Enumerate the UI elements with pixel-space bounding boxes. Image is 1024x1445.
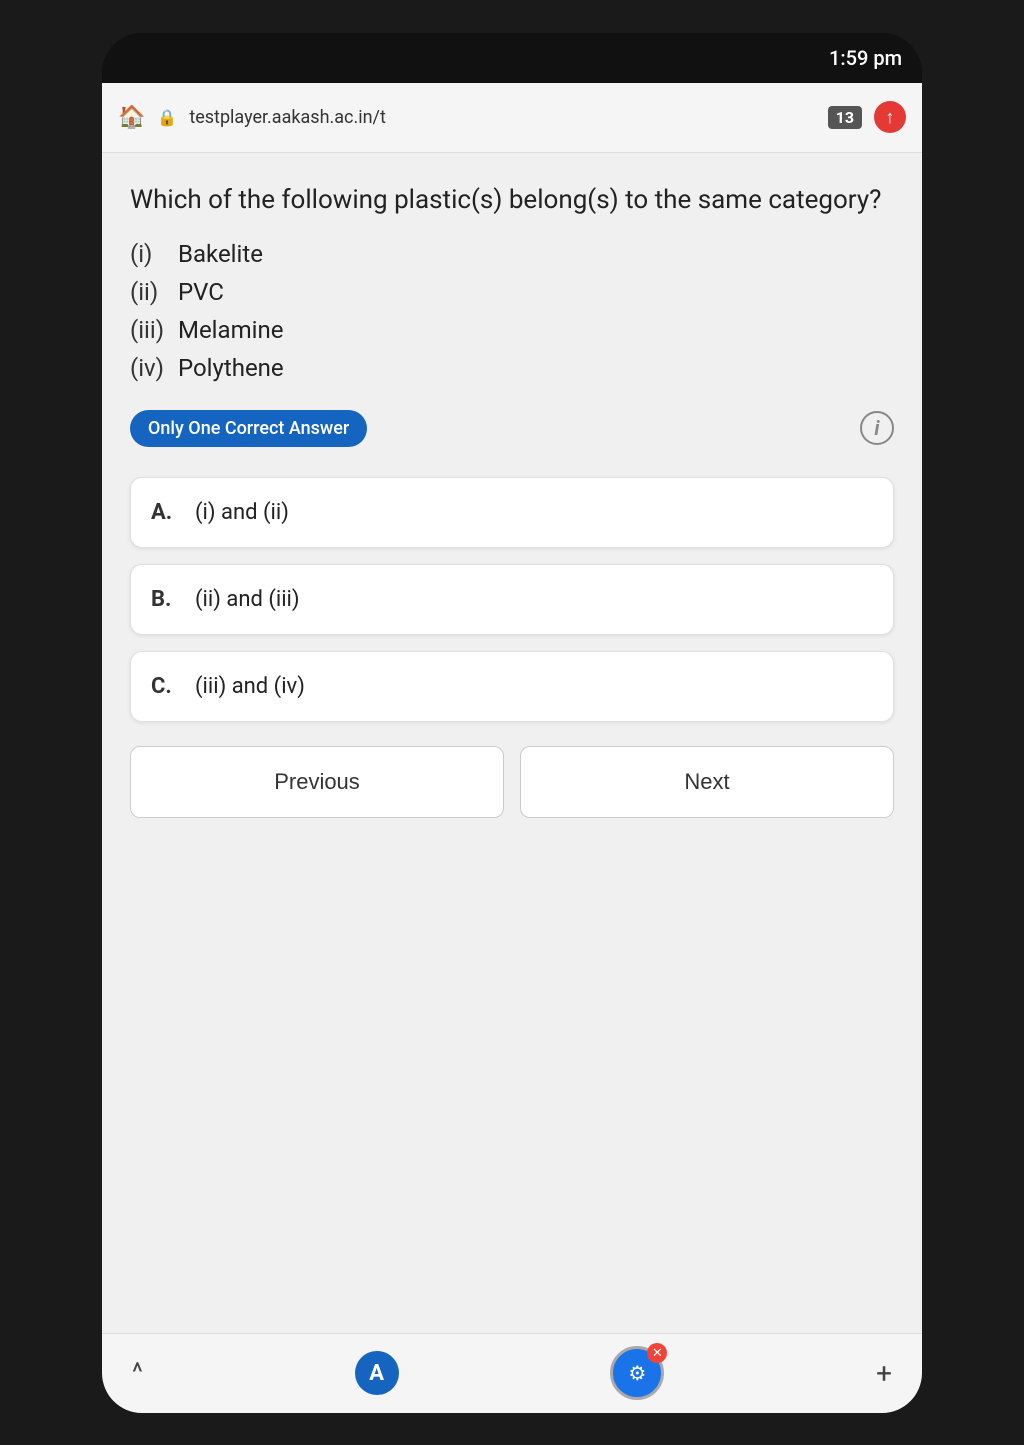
list-item: (iv) Polythene — [130, 354, 894, 382]
list-item: (ii) PVC — [130, 278, 894, 306]
upload-icon[interactable]: ↑ — [874, 101, 906, 133]
answer-text-a: (i) and (ii) — [195, 500, 289, 525]
url-bar[interactable]: testplayer.aakash.ac.in/t — [189, 107, 815, 128]
option-text-i: Bakelite — [178, 240, 263, 268]
option-label-ii: (ii) — [130, 278, 170, 306]
plus-icon[interactable]: + — [876, 1357, 892, 1390]
answer-option-b[interactable]: B. (ii) and (iii) — [130, 564, 894, 635]
option-text-iv: Polythene — [178, 354, 284, 382]
phone-frame: 1:59 pm 🏠 🔒 testplayer.aakash.ac.in/t 13… — [102, 33, 922, 1413]
answer-choices: A. (i) and (ii) B. (ii) and (iii) C. (ii… — [130, 477, 894, 722]
only-one-correct-badge: Only One Correct Answer — [130, 410, 367, 447]
tab-count[interactable]: 13 — [828, 106, 862, 129]
chevron-up-icon[interactable]: ^ — [132, 1358, 143, 1388]
answer-option-a[interactable]: A. (i) and (ii) — [130, 477, 894, 548]
previous-button[interactable]: Previous — [130, 746, 504, 818]
question-options-list: (i) Bakelite (ii) PVC (iii) Melamine (iv… — [130, 240, 894, 382]
status-bar: 1:59 pm — [102, 33, 922, 83]
answer-letter-a: A. — [151, 500, 179, 525]
lock-icon: 🔒 — [157, 108, 177, 127]
settings-icon: ⚙ — [628, 1361, 646, 1385]
badge-row: Only One Correct Answer i — [130, 410, 894, 447]
list-item: (i) Bakelite — [130, 240, 894, 268]
option-text-iii: Melamine — [178, 316, 283, 344]
info-icon[interactable]: i — [860, 411, 894, 445]
question-text: Which of the following plastic(s) belong… — [130, 181, 894, 220]
circle-a-icon[interactable]: A — [355, 1351, 399, 1395]
answer-text-b: (ii) and (iii) — [195, 587, 300, 612]
answer-text-c: (iii) and (iv) — [195, 674, 305, 699]
option-text-ii: PVC — [178, 278, 224, 306]
content-area: Which of the following plastic(s) belong… — [102, 153, 922, 1333]
answer-letter-b: B. — [151, 587, 179, 612]
status-time: 1:59 pm — [829, 46, 902, 70]
bottom-bar: ^ A ⚙ ✕ + — [102, 1333, 922, 1413]
close-badge[interactable]: ✕ — [647, 1343, 667, 1363]
next-button[interactable]: Next — [520, 746, 894, 818]
list-item: (iii) Melamine — [130, 316, 894, 344]
option-label-iv: (iv) — [130, 354, 170, 382]
floating-action-button[interactable]: ⚙ ✕ — [610, 1346, 664, 1400]
navigation-buttons: Previous Next — [130, 746, 894, 818]
option-label-iii: (iii) — [130, 316, 170, 344]
answer-letter-c: C. — [151, 674, 179, 699]
browser-bar: 🏠 🔒 testplayer.aakash.ac.in/t 13 ↑ — [102, 83, 922, 153]
option-label-i: (i) — [130, 240, 170, 268]
answer-option-c[interactable]: C. (iii) and (iv) — [130, 651, 894, 722]
home-icon[interactable]: 🏠 — [118, 105, 145, 130]
